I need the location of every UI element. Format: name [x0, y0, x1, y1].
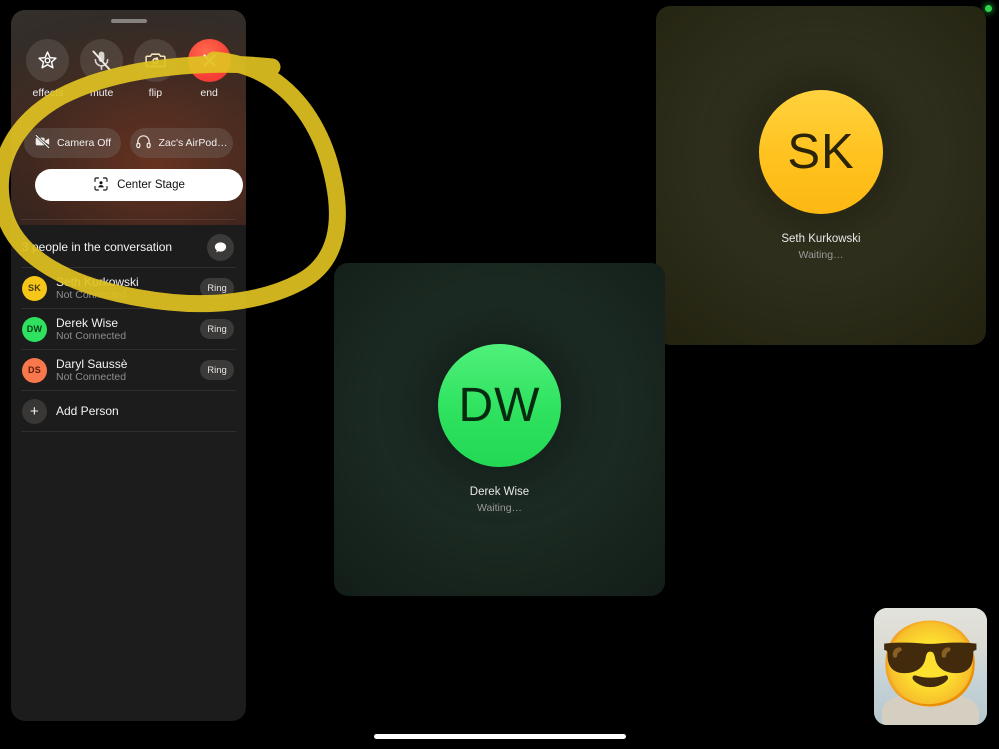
ring-button[interactable]: Ring [200, 319, 234, 339]
mute-label: mute [89, 87, 114, 99]
roster-row-status: Not Connected [56, 288, 127, 301]
effects-label: effects [32, 87, 64, 99]
flip-label: flip [148, 87, 163, 99]
roster-row-name: Derek Wise [56, 315, 119, 330]
roster-row-seth-kurkowski[interactable]: SK Seth Kurkowski Not Connected Ring [11, 268, 246, 308]
tile-participant-name: Derek Wise [469, 486, 530, 498]
mute-button[interactable]: mute [76, 39, 128, 99]
camera-privacy-indicator-dot [985, 5, 992, 12]
roster-row-text: Seth Kurkowski Not Connected [56, 275, 200, 302]
primary-controls-row: effects mute flip end [11, 39, 246, 99]
center-stage-icon [93, 176, 109, 195]
center-stage-label: Center Stage [117, 179, 185, 191]
roster-header-label: 3 people in the conversation [22, 240, 173, 254]
facetime-call-screen: SK Seth Kurkowski Waiting… DW Derek Wise… [0, 0, 999, 749]
roster-row-name: Seth Kurkowski [56, 274, 139, 289]
close-x-icon [187, 39, 231, 82]
audio-output-label: Zac's AirPod… [158, 137, 228, 149]
microphone-slash-icon [80, 39, 124, 82]
add-person-button[interactable]: + Add Person [11, 391, 246, 431]
smiling-face-with-sunglasses-emoji-icon: 😎 [878, 617, 983, 712]
participant-tile-derek-wise[interactable]: DW Derek Wise Waiting… [334, 263, 665, 596]
roster-row-status: Not Connected [56, 329, 127, 342]
divider [21, 431, 236, 432]
plus-icon: + [22, 398, 47, 424]
secondary-controls-row: Camera Off Zac's AirPod… [24, 128, 233, 158]
call-controls-panel: effects mute flip end Camera Off Zac's A… [11, 10, 246, 721]
tile-participant-status: Waiting… [798, 248, 844, 261]
panel-content: effects mute flip end Camera Off Zac's A… [11, 10, 246, 721]
roster-row-derek-wise[interactable]: DW Derek Wise Not Connected Ring [11, 309, 246, 349]
roster-row-text: Derek Wise Not Connected [56, 316, 200, 343]
add-person-text: Add Person [56, 404, 234, 418]
end-label: end [200, 87, 218, 99]
chat-bubble-icon[interactable] [207, 233, 234, 261]
end-call-button[interactable]: end [183, 39, 235, 99]
headphones-icon [135, 133, 152, 153]
ring-button[interactable]: Ring [200, 360, 234, 380]
divider [21, 219, 236, 220]
avatar-initials-sk: SK [759, 89, 883, 214]
self-view-thumbnail[interactable]: 😎 [874, 608, 987, 725]
avatar-initials-sk: SK [22, 275, 47, 301]
effects-button[interactable]: effects [22, 39, 74, 99]
flip-camera-button[interactable]: flip [129, 39, 181, 99]
add-person-label: Add Person [56, 404, 119, 418]
avatar-initials-dw: DW [22, 316, 47, 342]
video-camera-slash-icon [34, 133, 51, 153]
sparkle-star-icon [26, 39, 70, 82]
tile-participant-name: Seth Kurkowski [781, 232, 861, 245]
avatar-initials-ds: DS [22, 357, 47, 383]
camera-off-button[interactable]: Camera Off [24, 128, 121, 158]
roster-header: 3 people in the conversation [11, 227, 246, 267]
ring-button[interactable]: Ring [200, 278, 234, 298]
roster-row-daryl-sausse[interactable]: DS Daryl Saussè Not Connected Ring [11, 350, 246, 390]
camera-flip-icon [133, 39, 177, 82]
roster-row-name: Daryl Saussè [56, 356, 128, 371]
center-stage-button[interactable]: Center Stage [35, 169, 243, 201]
audio-output-button[interactable]: Zac's AirPod… [130, 128, 233, 158]
home-indicator [373, 734, 626, 739]
participant-tile-seth-kurkowski[interactable]: SK Seth Kurkowski Waiting… [656, 6, 986, 345]
avatar-initials-dw: DW [438, 344, 561, 467]
roster-row-status: Not Connected [56, 370, 127, 383]
camera-off-label: Camera Off [56, 137, 112, 149]
roster-row-text: Daryl Saussè Not Connected [56, 357, 200, 384]
panel-drag-handle[interactable] [110, 19, 147, 23]
tile-participant-status: Waiting… [476, 502, 523, 514]
